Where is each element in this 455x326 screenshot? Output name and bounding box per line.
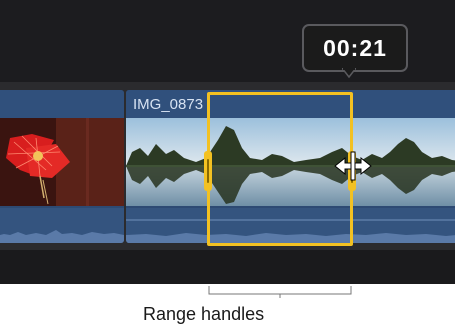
clip-lantern[interactable]: [0, 90, 124, 243]
clip-title: IMG_0873: [133, 96, 204, 113]
timeline-lower-area: [0, 250, 455, 284]
tooltip-pointer: [342, 68, 356, 79]
timeline: IMG_0873 00:21: [0, 0, 455, 284]
clip-header: [0, 90, 124, 118]
clip-audio-waveform: [0, 208, 124, 243]
clip-filmstrip: [0, 118, 124, 206]
callout-bracket: [208, 286, 352, 298]
resize-cursor-icon: [334, 151, 372, 181]
range-selection[interactable]: [204, 92, 356, 246]
annotation-caption: Range handles: [143, 304, 265, 324]
timecode-tooltip: 00:21: [302, 24, 408, 72]
range-start-handle[interactable]: [204, 151, 212, 191]
